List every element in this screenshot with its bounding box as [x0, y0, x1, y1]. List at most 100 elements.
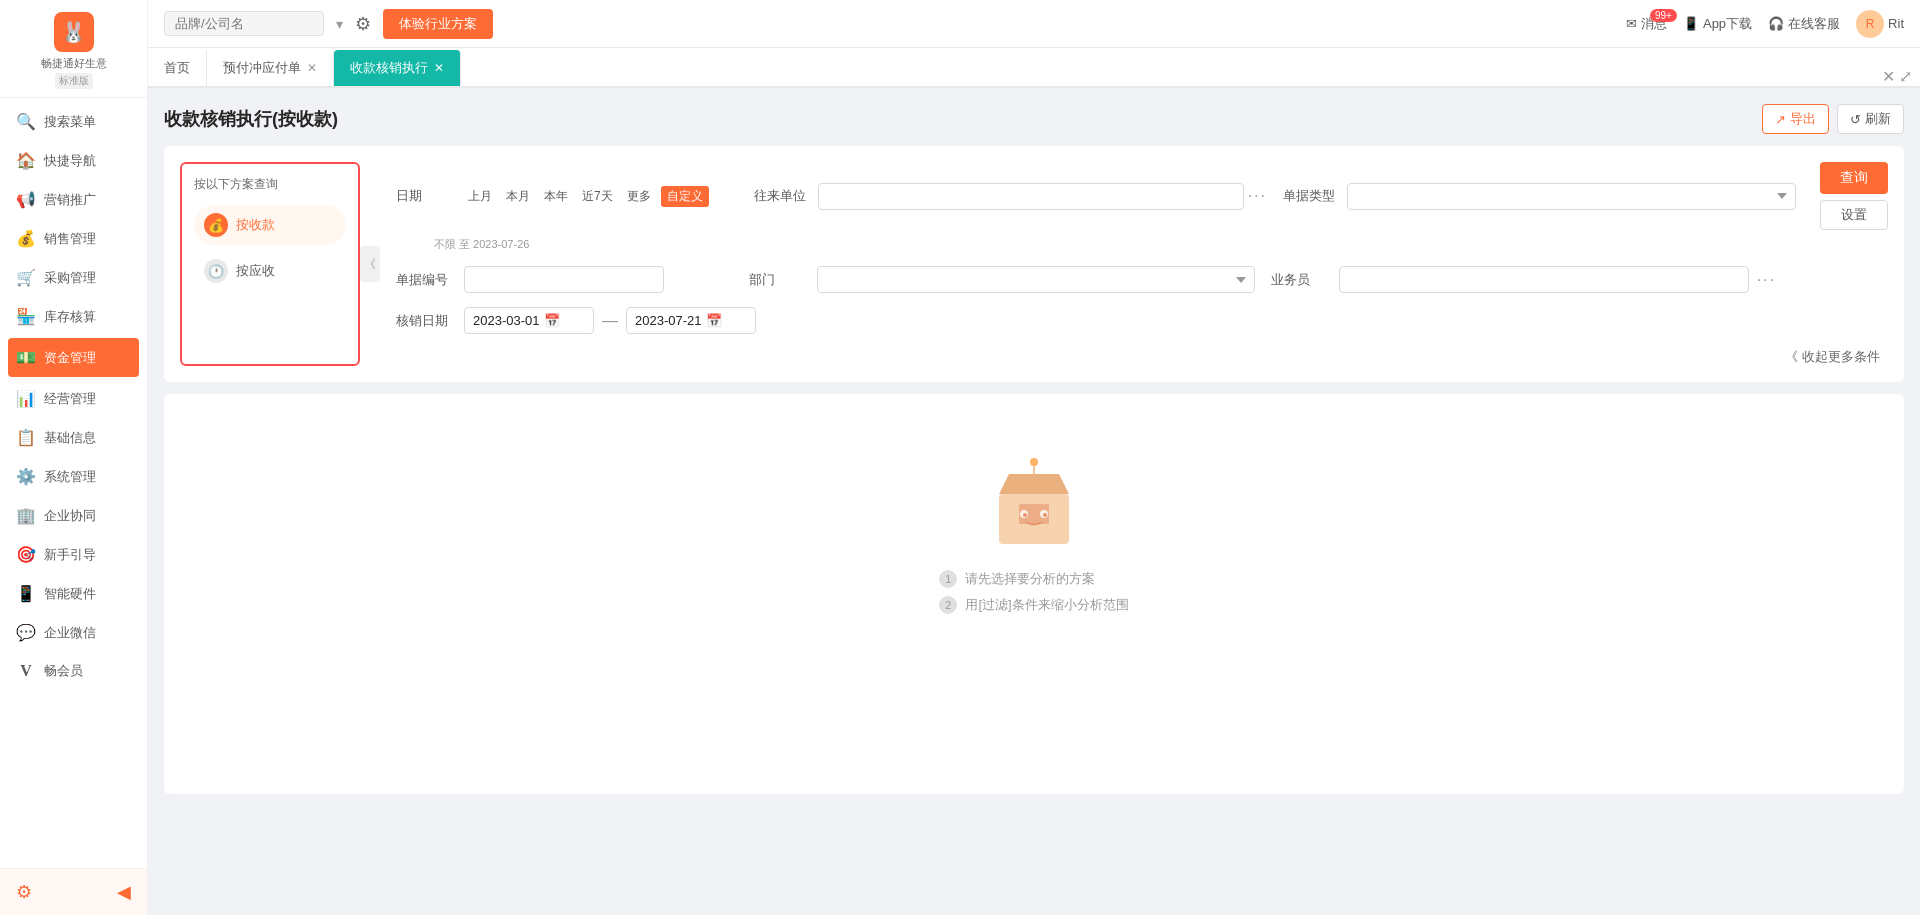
filter-field-doc-number: 单据编号: [396, 266, 733, 293]
empty-tip-1: 1 请先选择要分析的方案: [939, 570, 1128, 588]
sidebar-item-enterprise[interactable]: 🏢 企业协同: [0, 496, 147, 535]
salesperson-input[interactable]: [1339, 266, 1749, 293]
user-avatar: R: [1856, 10, 1884, 38]
topbar-chevron-icon[interactable]: ▾: [336, 16, 343, 32]
filter-field-counterpart: 往来单位 ···: [754, 183, 1267, 210]
refresh-button[interactable]: ↺ 刷新: [1837, 104, 1904, 134]
wechat-icon: 💬: [16, 623, 36, 642]
counterpart-input[interactable]: [818, 183, 1244, 210]
sidebar-item-member[interactable]: V 畅会员: [0, 652, 147, 690]
empty-tip-1-text: 请先选择要分析的方案: [965, 570, 1095, 588]
doc-type-label: 单据类型: [1283, 187, 1343, 205]
query-button[interactable]: 查询: [1820, 162, 1888, 194]
date-note-area: 不限 至 2023-07-26: [434, 234, 1888, 252]
message-button[interactable]: ✉ 消息 99+: [1626, 15, 1667, 33]
date-badge-custom[interactable]: 自定义: [661, 186, 709, 207]
tab-home-label: 首页: [164, 59, 190, 77]
setting-button[interactable]: 设置: [1820, 200, 1888, 230]
tab-prepay-close-icon[interactable]: ✕: [307, 61, 317, 75]
by-receivable-icon: 🕐: [204, 259, 228, 283]
tab-receipt-writeoff-close-icon[interactable]: ✕: [434, 61, 444, 75]
collapse-more-button[interactable]: 《 收起更多条件: [1777, 348, 1888, 366]
customer-service-button[interactable]: 🎧 在线客服: [1768, 15, 1840, 33]
sidebar-item-label: 新手引导: [44, 546, 96, 564]
writeoff-date-end-picker[interactable]: 2023-07-21 📅: [626, 307, 756, 334]
tab-close-all-icon[interactable]: ✕: [1882, 67, 1895, 86]
logo-badge: 标准版: [55, 73, 93, 89]
export-button[interactable]: ↗ 导出: [1762, 104, 1829, 134]
sidebar-item-purchase[interactable]: 🛒 采购管理: [0, 258, 147, 297]
user-name: Rit: [1888, 16, 1904, 31]
member-icon: V: [16, 662, 36, 680]
filter-right-panel: 日期 上月 本月 本年 近7天 更多 自定义 往来单位 ···: [372, 162, 1888, 366]
operations-icon: 📊: [16, 389, 36, 408]
date-shortcut-this-year[interactable]: 本年: [540, 186, 572, 207]
refresh-icon: ↺: [1850, 112, 1861, 127]
doc-number-label: 单据编号: [396, 271, 456, 289]
filter-collapse-toggle[interactable]: 《: [360, 246, 380, 282]
content-area: 收款核销执行(按收款) ↗ 导出 ↺ 刷新 按以下方案查询 💰 按收款: [148, 88, 1920, 915]
sidebar-item-quick-nav[interactable]: 🏠 快捷导航: [0, 141, 147, 180]
sidebar-item-search-menu[interactable]: 🔍 搜索菜单: [0, 102, 147, 141]
tab-receipt-writeoff[interactable]: 收款核销执行 ✕: [334, 50, 461, 86]
brand-input[interactable]: [164, 11, 324, 36]
date-shortcut-this-month[interactable]: 本月: [502, 186, 534, 207]
collapse-label: 收起更多条件: [1802, 348, 1880, 366]
settings-footer-icon[interactable]: ⚙: [16, 881, 32, 903]
smart-hw-icon: 📱: [16, 584, 36, 603]
counterpart-ellipsis-icon[interactable]: ···: [1248, 187, 1267, 205]
sidebar-item-inventory[interactable]: 🏪 库存核算: [0, 297, 147, 336]
sidebar-item-label: 采购管理: [44, 269, 96, 287]
date-shortcut-last-month[interactable]: 上月: [464, 186, 496, 207]
sidebar-item-capital[interactable]: 💵 资金管理: [8, 338, 139, 377]
sidebar-item-wechat[interactable]: 💬 企业微信: [0, 613, 147, 652]
message-badge: 99+: [1650, 9, 1677, 22]
filter-option-by-receivable[interactable]: 🕐 按应收: [194, 251, 346, 291]
collapse-sidebar-icon[interactable]: ◀: [117, 881, 131, 903]
tabs-actions: ✕ ⤢: [1874, 67, 1920, 86]
filter-left-panel: 按以下方案查询 💰 按收款 🕐 按应收: [180, 162, 360, 366]
sidebar: 🐰 畅捷通好生意 标准版 🔍 搜索菜单 🏠 快捷导航 📢 营销推广 💰 销售管理…: [0, 0, 148, 915]
page-actions: ↗ 导出 ↺ 刷新: [1762, 104, 1904, 134]
svg-marker-1: [999, 474, 1069, 494]
empty-tip-2: 2 用[过滤]条件来缩小分析范围: [939, 596, 1128, 614]
logo-text: 畅捷通好生意: [41, 56, 107, 71]
tab-prepay[interactable]: 预付冲应付单 ✕: [207, 50, 334, 86]
sidebar-item-label: 智能硬件: [44, 585, 96, 603]
tab-expand-icon[interactable]: ⤢: [1899, 67, 1912, 86]
sidebar-item-marketing[interactable]: 📢 营销推广: [0, 180, 147, 219]
sidebar-footer: ⚙ ◀: [0, 868, 147, 915]
sales-icon: 💰: [16, 229, 36, 248]
doc-number-input[interactable]: [464, 266, 664, 293]
salesperson-ellipsis-icon[interactable]: ···: [1757, 271, 1776, 289]
sidebar-item-label: 销售管理: [44, 230, 96, 248]
dept-select[interactable]: [817, 266, 1255, 293]
tabs-bar: 首页 预付冲应付单 ✕ 收款核销执行 ✕ ✕ ⤢: [148, 48, 1920, 88]
sidebar-item-basic-info[interactable]: 📋 基础信息: [0, 418, 147, 457]
calendar-start-icon: 📅: [544, 313, 560, 328]
writeoff-date-start-picker[interactable]: 2023-03-01 📅: [464, 307, 594, 334]
user-info[interactable]: R Rit: [1856, 10, 1904, 38]
sidebar-item-operations[interactable]: 📊 经营管理: [0, 379, 147, 418]
filter-row-2: 单据编号 部门 业务员 ···: [396, 266, 1888, 293]
counterpart-label: 往来单位: [754, 187, 814, 205]
tab-receipt-writeoff-label: 收款核销执行: [350, 59, 428, 77]
sidebar-item-system[interactable]: ⚙️ 系统管理: [0, 457, 147, 496]
doc-type-select[interactable]: [1347, 183, 1796, 210]
filter-option-by-receipt[interactable]: 💰 按收款: [194, 205, 346, 245]
sidebar-item-guide[interactable]: 🎯 新手引导: [0, 535, 147, 574]
solution-button[interactable]: 体验行业方案: [383, 9, 493, 39]
writeoff-date-label: 核销日期: [396, 312, 456, 330]
tab-home[interactable]: 首页: [148, 50, 207, 86]
marketing-icon: 📢: [16, 190, 36, 209]
tab-prepay-label: 预付冲应付单: [223, 59, 301, 77]
sidebar-item-sales[interactable]: 💰 销售管理: [0, 219, 147, 258]
topbar-gear-icon[interactable]: ⚙: [355, 13, 371, 35]
filter-row-3: 核销日期 2023-03-01 📅 — 2023-07-21 📅: [396, 307, 1888, 334]
app-download-button[interactable]: 📱 App下载: [1683, 15, 1752, 33]
date-shortcut-7days[interactable]: 近7天: [578, 186, 617, 207]
sidebar-item-smart-hw[interactable]: 📱 智能硬件: [0, 574, 147, 613]
enterprise-icon: 🏢: [16, 506, 36, 525]
date-shortcut-more[interactable]: 更多: [623, 186, 655, 207]
sidebar-item-label: 快捷导航: [44, 152, 96, 170]
